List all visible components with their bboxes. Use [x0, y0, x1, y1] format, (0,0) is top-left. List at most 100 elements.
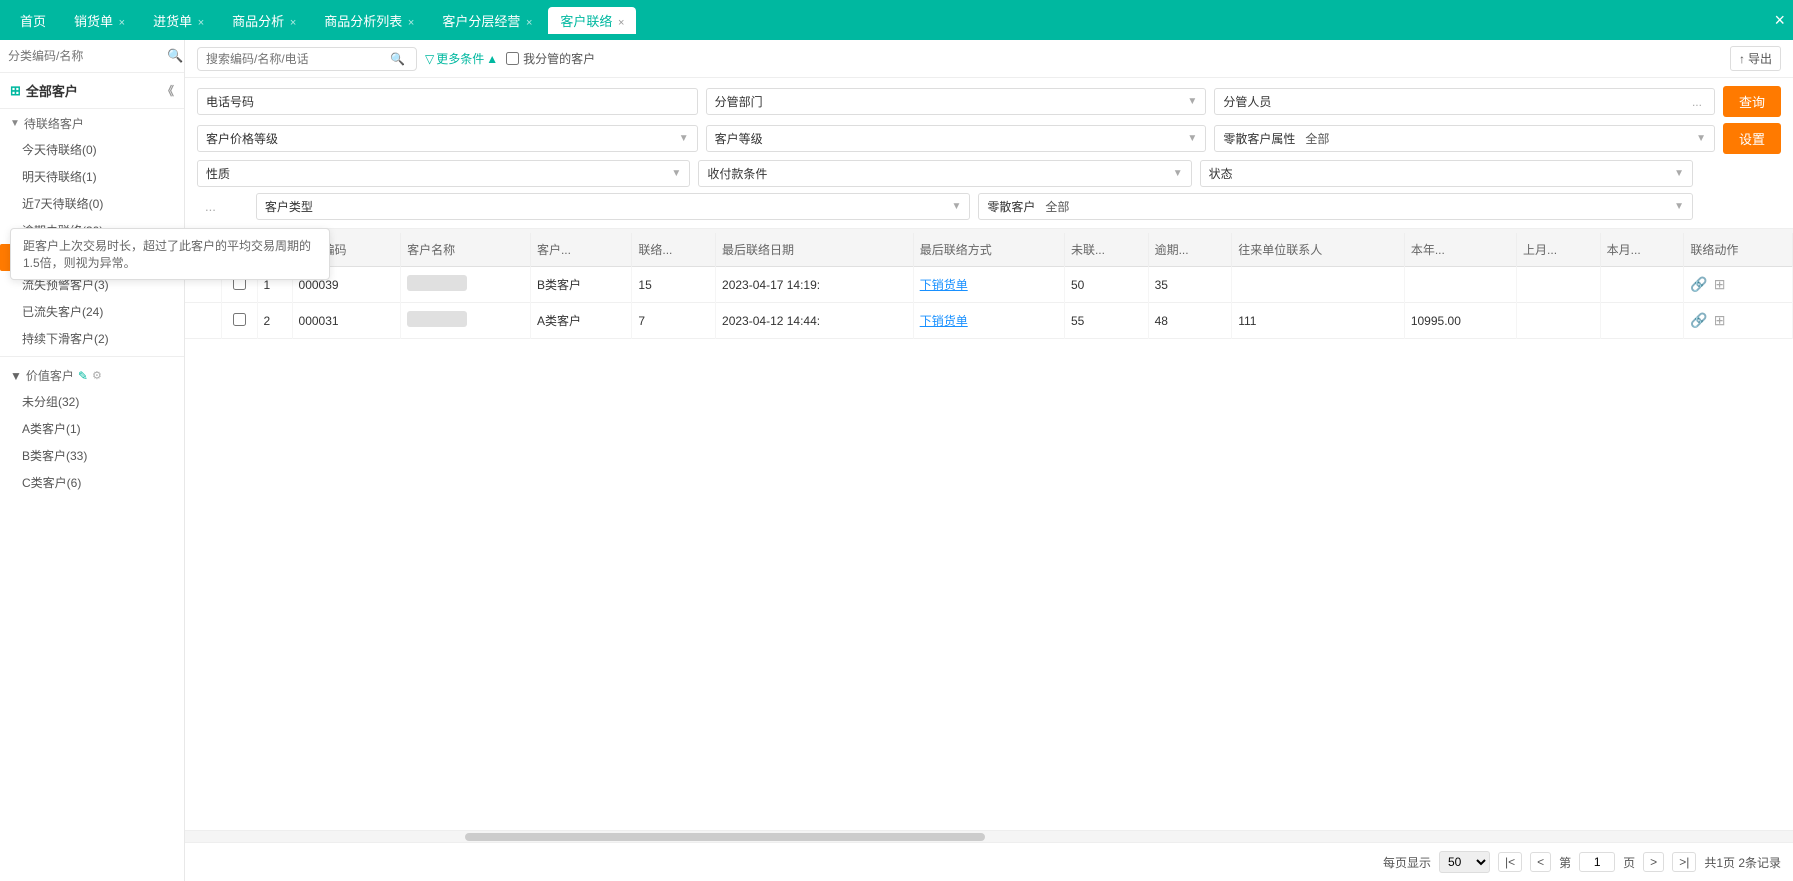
nav-item-purchase[interactable]: 进货单 × — [141, 7, 216, 34]
close-all-button[interactable]: × — [1774, 10, 1785, 31]
retail-customer-field[interactable]: 零散客户 全部 ▼ — [978, 193, 1693, 220]
row1-action-icon-1[interactable]: 🔗 — [1690, 276, 1707, 293]
row1-not-contacted: 50 — [1064, 267, 1148, 303]
scroll-thumb[interactable] — [465, 833, 985, 841]
col-last-contact-method: 最后联络方式 — [913, 233, 1064, 267]
horizontal-scrollbar[interactable] — [185, 830, 1793, 842]
nav-close-product-analysis[interactable]: × — [290, 17, 296, 29]
nav-close-product-list[interactable]: × — [408, 17, 414, 29]
nature-field[interactable]: 性质 ▼ — [197, 160, 690, 187]
table-area: ⚙ # 客户编码 客户名称 客户... 联络... 最后联络日期 最后联络方式 … — [185, 233, 1793, 830]
sidebar-item-tomorrow[interactable]: 明天待联络(1) — [0, 163, 184, 190]
row1-overdue: 35 — [1148, 267, 1232, 303]
row1-method-link[interactable]: 下销货单 — [920, 278, 968, 292]
sidebar-item-b-class[interactable]: B类客户(33) — [0, 442, 184, 469]
row1-name-blurred — [407, 275, 467, 291]
retail-attr-field[interactable]: 零散客户属性 全部 ▼ — [1214, 125, 1715, 152]
export-button[interactable]: ↑ 导出 — [1730, 46, 1781, 71]
all-customers-header[interactable]: ⊞ 全部客户 《 — [0, 73, 184, 109]
nav-item-product-analysis[interactable]: 商品分析 × — [220, 7, 308, 34]
row1-action-icon-2[interactable]: ⊞ — [1714, 276, 1726, 293]
row2-check[interactable] — [233, 313, 246, 326]
page-number-input[interactable] — [1579, 852, 1615, 872]
row2-checkbox[interactable] — [221, 303, 257, 339]
grid-icon: ⊞ — [10, 83, 21, 99]
col-not-contacted: 未联... — [1064, 233, 1148, 267]
sidebar-item-a-class[interactable]: A类客户(1) — [0, 415, 184, 442]
payment-field[interactable]: 收付款条件 ▼ — [698, 160, 1191, 187]
edit-icon[interactable]: ✎ — [78, 369, 88, 383]
customer-tier-field[interactable]: 客户等级 ▼ — [706, 125, 1207, 152]
next-page-button[interactable]: > — [1643, 852, 1664, 872]
col-type: 客户... — [530, 233, 631, 267]
top-nav: 首页 销货单 × 进货单 × 商品分析 × 商品分析列表 × 客户分层经营 × … — [0, 0, 1793, 40]
row2-method-link[interactable]: 下销货单 — [920, 314, 968, 328]
nav-item-home[interactable]: 首页 — [8, 7, 58, 34]
row2-action-icon-2[interactable]: ⊞ — [1714, 312, 1726, 329]
triangle-icon: ▼ — [10, 118, 20, 129]
row2-last-contact-date: 2023-04-12 14:44: — [716, 303, 914, 339]
nav-close-customer-tier[interactable]: × — [526, 17, 532, 29]
nav-close-sales[interactable]: × — [119, 17, 125, 29]
search-input[interactable] — [206, 52, 386, 66]
nav-close-purchase[interactable]: × — [198, 17, 204, 29]
col-unit-contact: 往来单位联系人 — [1232, 233, 1405, 267]
row2-name — [401, 303, 531, 339]
table-row: 1 000039 B类客户 15 2023-04-17 14:19: 下销货单 … — [185, 267, 1793, 303]
value-customer-group: ▼ 价值客户 ✎ ⚙ — [0, 361, 184, 388]
query-button[interactable]: 查询 — [1723, 86, 1781, 117]
pending-contact-group[interactable]: ▼ 待联络客户 — [0, 109, 184, 136]
first-page-button[interactable]: |< — [1498, 852, 1522, 872]
left-sidebar: 🔍 ⊞ 全部客户 《 ▼ 待联络客户 今天待联络(0) 明天待联络(1) 近7天… — [0, 40, 185, 881]
price-tier-field[interactable]: 客户价格等级 ▼ — [197, 125, 698, 152]
sidebar-item-ungrouped[interactable]: 未分组(32) — [0, 388, 184, 415]
sidebar-item-churned[interactable]: 已流失客户(24) — [0, 298, 184, 325]
nav-close-customer-contact[interactable]: × — [618, 17, 624, 29]
dots-icon[interactable]: ... — [1688, 95, 1706, 109]
last-page-button[interactable]: >| — [1672, 852, 1696, 872]
nav-item-product-list[interactable]: 商品分析列表 × — [312, 7, 426, 34]
row2-action-icon-1[interactable]: 🔗 — [1690, 312, 1707, 329]
more-conditions-button[interactable]: ▽ 更多条件 ▲ — [425, 50, 498, 67]
row2-last-month — [1517, 303, 1601, 339]
person-field[interactable]: 分管人员 ... — [1214, 88, 1715, 115]
nav-item-customer-contact[interactable]: 客户联络 × — [548, 7, 636, 34]
row2-action: 🔗 ⊞ — [1684, 303, 1793, 339]
row1-name — [401, 267, 531, 303]
settings-button[interactable]: 设置 — [1723, 123, 1781, 154]
collapse-icon[interactable]: 《 — [162, 82, 174, 99]
my-customers-checkbox-label[interactable]: 我分管的客户 — [506, 50, 595, 67]
sidebar-item-7days[interactable]: 近7天待联络(0) — [0, 190, 184, 217]
sidebar-item-declining[interactable]: 持续下滑客户(2) — [0, 325, 184, 352]
dept-field[interactable]: 分管部门 ▼ — [706, 88, 1207, 115]
col-name: 客户名称 — [401, 233, 531, 267]
customer-type-field[interactable]: 客户类型 ▼ — [256, 193, 971, 220]
row2-overdue: 48 — [1148, 303, 1232, 339]
nav-item-customer-tier[interactable]: 客户分层经营 × — [430, 7, 544, 34]
page-suffix: 页 — [1623, 854, 1635, 871]
row2-unit-contact: 111 — [1232, 303, 1405, 339]
row1-action: 🔗 ⊞ — [1684, 267, 1793, 303]
sidebar-item-c-class[interactable]: C类客户(6) — [0, 469, 184, 496]
sidebar-item-today[interactable]: 今天待联络(0) — [0, 136, 184, 163]
phone-field[interactable]: 电话号码 — [197, 88, 698, 115]
status-field[interactable]: 状态 ▼ — [1200, 160, 1693, 187]
sidebar-search-input[interactable] — [8, 49, 163, 63]
my-customers-checkbox[interactable] — [506, 52, 519, 65]
row1-last-contact-method[interactable]: 下销货单 — [913, 267, 1064, 303]
phone-input[interactable] — [260, 95, 689, 109]
row2-settings[interactable] — [185, 303, 221, 339]
main-layout: 🔍 ⊞ 全部客户 《 ▼ 待联络客户 今天待联络(0) 明天待联络(1) 近7天… — [0, 40, 1793, 881]
filter-right: ↑ 导出 — [1730, 46, 1781, 71]
row4-dots[interactable]: ... — [197, 195, 248, 218]
per-page-select[interactable]: 50 20 100 — [1439, 851, 1490, 873]
nav-item-sales[interactable]: 销货单 × — [62, 7, 137, 34]
person-input[interactable] — [1277, 95, 1688, 109]
col-overdue: 逾期... — [1148, 233, 1232, 267]
row2-last-contact-method[interactable]: 下销货单 — [913, 303, 1064, 339]
dept-input[interactable] — [769, 95, 1188, 109]
chevron-down-icon-4: ▼ — [1696, 133, 1706, 144]
chevron-down-icon: ▼ — [1187, 96, 1197, 107]
chevron-down-icon-3: ▼ — [1187, 133, 1197, 144]
prev-page-button[interactable]: < — [1530, 852, 1551, 872]
